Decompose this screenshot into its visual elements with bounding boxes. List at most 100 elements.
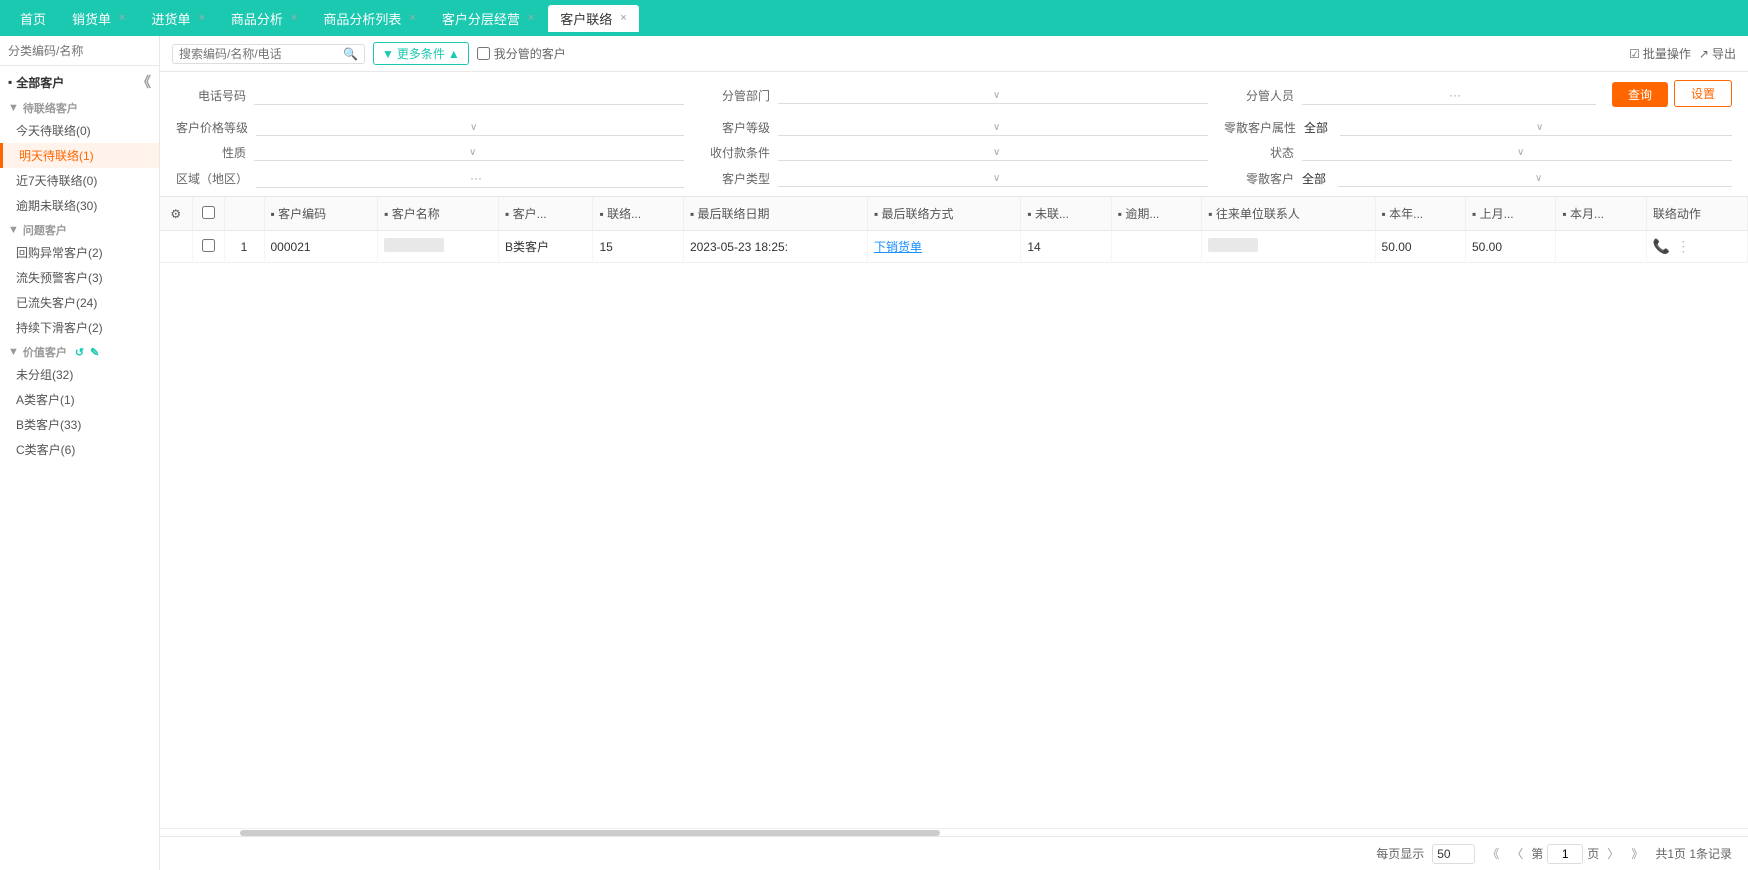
nav-tab-sales[interactable]: 销货单 × xyxy=(60,5,137,32)
next-page-button[interactable]: 〉 xyxy=(1603,843,1623,864)
person-select[interactable]: ··· xyxy=(1302,86,1596,105)
region-select[interactable]: ··· xyxy=(256,169,684,188)
table-row: 1 000021 B类客户 15 2023-05-23 18:25: 下销货单 … xyxy=(160,231,1748,263)
chevron-down-icon: ∨ xyxy=(993,147,1204,158)
sidebar-item-tomorrow-contact[interactable]: 明天待联络(1) xyxy=(0,143,159,168)
sidebar-item-class-a[interactable]: A类客户(1) xyxy=(0,387,159,412)
nav-home[interactable]: 首页 xyxy=(8,5,58,32)
search-icon[interactable]: 🔍 xyxy=(343,47,358,61)
nav-tab-customer-contact[interactable]: 客户联络 × xyxy=(548,5,638,32)
row-last-date: 2023-05-23 18:25: xyxy=(683,231,867,263)
sidebar-item-churned[interactable]: 已流失客户(24) xyxy=(0,290,159,315)
sidebar-item-class-b[interactable]: B类客户(33) xyxy=(0,412,159,437)
chevron-down-icon: ∨ xyxy=(470,122,680,133)
prev-page-button[interactable]: 〈 xyxy=(1507,843,1527,864)
filter-row-customer-level: 客户等级 ∨ xyxy=(700,119,1208,136)
close-icon[interactable]: × xyxy=(620,12,626,24)
query-button[interactable]: 查询 xyxy=(1612,82,1668,107)
payment-label: 收付款条件 xyxy=(700,144,770,161)
row-this-year: 50.00 xyxy=(1375,231,1465,263)
per-page-select[interactable]: 50 100 200 xyxy=(1432,844,1475,864)
close-icon[interactable]: × xyxy=(119,12,125,24)
sidebar-search-input[interactable] xyxy=(8,44,160,58)
edit-icon[interactable]: ✎ xyxy=(90,346,99,359)
batch-operation-button[interactable]: ☑ 批量操作 xyxy=(1629,45,1691,62)
status-select[interactable]: ∨ xyxy=(1302,145,1732,161)
th-gear[interactable]: ⚙ xyxy=(160,197,192,231)
th-check[interactable] xyxy=(192,197,224,231)
nature-label: 性质 xyxy=(176,144,246,161)
my-customers-check[interactable] xyxy=(477,47,490,60)
filter-row-region: 区域（地区） ··· xyxy=(176,169,684,188)
close-icon[interactable]: × xyxy=(528,12,534,24)
nav-tab-product-analysis[interactable]: 商品分析 × xyxy=(219,5,309,32)
chevron-down-icon: ∨ xyxy=(1535,173,1728,184)
filter-row-phone: 电话号码 xyxy=(176,80,684,111)
first-page-button[interactable]: 《 xyxy=(1483,843,1503,864)
nav-tab-purchase[interactable]: 进货单 × xyxy=(139,5,216,32)
filter-row-person: 分管人员 ··· 查询 设置 xyxy=(1224,80,1732,111)
nav-tab-customer-layered[interactable]: 客户分层经营 × xyxy=(430,5,546,32)
my-customers-checkbox[interactable]: 我分管的客户 xyxy=(477,45,566,62)
customer-level-select[interactable]: ∨ xyxy=(778,120,1208,136)
row-checkbox[interactable] xyxy=(202,239,215,252)
search-input[interactable] xyxy=(179,47,339,61)
horizontal-scrollbar[interactable] xyxy=(160,828,1748,836)
chevron-down-icon: ∨ xyxy=(1517,147,1728,158)
row-last-method[interactable]: 下销货单 xyxy=(867,231,1020,263)
close-icon[interactable]: × xyxy=(198,12,204,24)
scroll-thumb[interactable] xyxy=(240,830,940,836)
sidebar-item-class-c[interactable]: C类客户(6) xyxy=(0,437,159,462)
status-label: 状态 xyxy=(1224,144,1294,161)
filter-right-actions: ☑ 批量操作 ↗ 导出 xyxy=(1629,45,1736,62)
last-page-button[interactable]: 》 xyxy=(1627,843,1647,864)
chevron-down-icon: ▼ xyxy=(8,224,19,236)
nature-select[interactable]: ∨ xyxy=(254,145,684,161)
person-label: 分管人员 xyxy=(1224,87,1294,104)
export-button[interactable]: ↗ 导出 xyxy=(1699,45,1736,62)
phone-action-icon[interactable]: 📞 xyxy=(1653,238,1670,255)
refresh-icon[interactable]: ↺ xyxy=(75,346,84,359)
th-last-month: ▪ 上月... xyxy=(1465,197,1555,231)
chevron-down-icon: ∨ xyxy=(993,122,1204,133)
page-input[interactable] xyxy=(1547,844,1583,864)
row-check[interactable] xyxy=(192,231,224,263)
dept-select[interactable]: ∨ xyxy=(778,88,1208,104)
nav-tab-product-analysis-list[interactable]: 商品分析列表 × xyxy=(311,5,427,32)
more-conditions-button[interactable]: ▼ 更多条件 ▲ xyxy=(373,42,469,65)
last-method-link[interactable]: 下销货单 xyxy=(874,240,922,254)
sidebar-item-ungrouped[interactable]: 未分组(32) xyxy=(0,362,159,387)
grid-icon: ▪ xyxy=(8,75,12,89)
sidebar-item-repurchase-abnormal[interactable]: 回购异常客户(2) xyxy=(0,240,159,265)
reset-button[interactable]: 设置 xyxy=(1674,80,1732,107)
customer-level-label: 客户等级 xyxy=(700,119,770,136)
retail-attr-select[interactable]: ∨ xyxy=(1340,120,1732,136)
payment-select[interactable]: ∨ xyxy=(778,145,1208,161)
phone-input[interactable] xyxy=(254,86,684,105)
filter-row-price-level: 客户价格等级 ∨ xyxy=(176,119,684,136)
grid-action-icon[interactable]: ⋮ xyxy=(1676,238,1690,255)
filter-row-nature: 性质 ∨ xyxy=(176,144,684,161)
retail-select[interactable]: ∨ xyxy=(1338,171,1732,187)
retail-label: 零散客户 xyxy=(1224,170,1294,187)
customer-type-select[interactable]: ∨ xyxy=(778,171,1208,187)
collapse-icon[interactable]: 《 xyxy=(137,72,151,92)
more-icon: ··· xyxy=(470,171,680,185)
region-label: 区域（地区） xyxy=(176,170,248,187)
th-no-contact: ▪ 未联... xyxy=(1021,197,1111,231)
row-this-month xyxy=(1556,231,1646,263)
close-icon[interactable]: × xyxy=(291,12,297,24)
price-level-select[interactable]: ∨ xyxy=(256,120,684,136)
sidebar-item-declining[interactable]: 持续下滑客户(2) xyxy=(0,315,159,340)
more-icon: ··· xyxy=(1449,88,1592,102)
sidebar-item-7days-contact[interactable]: 近7天待联络(0) xyxy=(0,168,159,193)
sidebar-item-overdue-contact[interactable]: 逾期未联络(30) xyxy=(0,193,159,218)
close-icon[interactable]: × xyxy=(409,12,415,24)
page-unit-label: 页 xyxy=(1587,845,1599,862)
all-customers-header: ▪ 全部客户 《 xyxy=(0,66,159,96)
sidebar-search-bar: 🔍 xyxy=(0,36,159,66)
row-no: 1 xyxy=(224,231,264,263)
sidebar-item-churn-warning[interactable]: 流失预警客户(3) xyxy=(0,265,159,290)
sidebar-item-today-contact[interactable]: 今天待联络(0) xyxy=(0,118,159,143)
select-all-checkbox[interactable] xyxy=(202,206,215,219)
